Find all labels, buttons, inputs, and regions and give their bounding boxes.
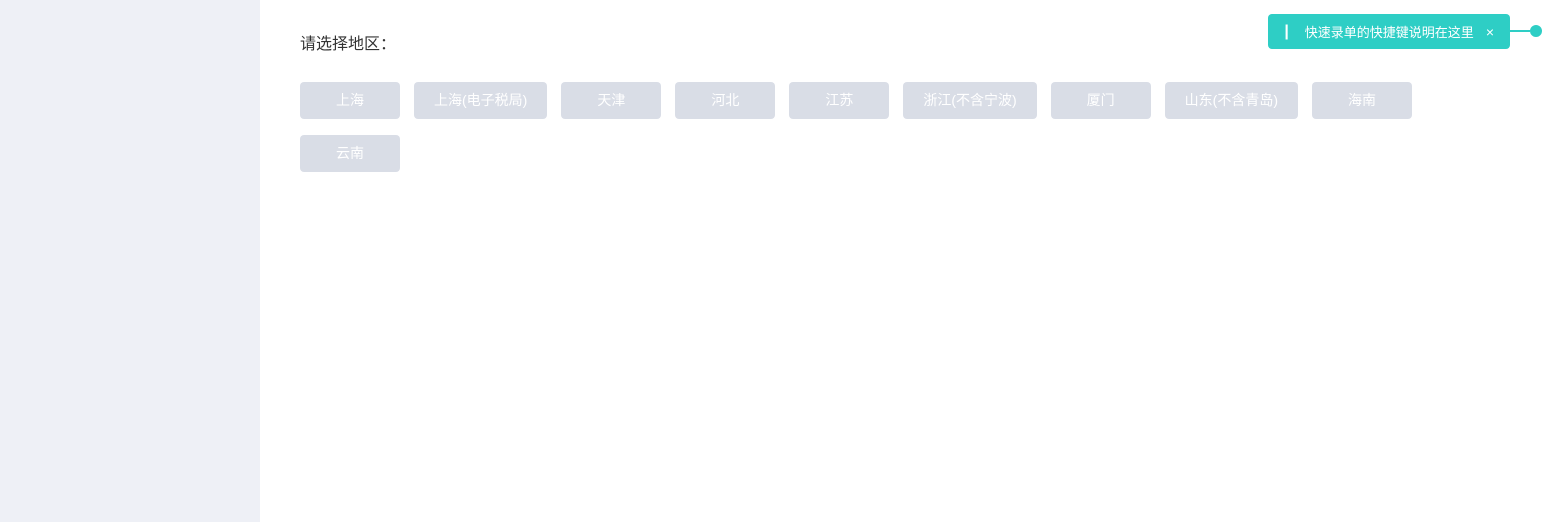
connector-line [1510,30,1530,32]
dot-indicator [1530,25,1542,37]
tooltip-banner: 快速录单的快捷键说明在这里 × [1268,14,1510,49]
region-btn-hebei[interactable]: 河北 [675,82,775,119]
region-btn-yunnan[interactable]: 云南 [300,135,400,172]
tooltip-text: 快速录单的快捷键说明在这里 [1305,22,1474,41]
region-btn-shandong[interactable]: 山东(不含青岛) [1165,82,1298,119]
region-buttons: 上海上海(电子税局) 天津河北江苏浙江(不含宁波) 厦门山东(不含青岛) 海南云南 [300,82,1522,172]
tooltip-close-button[interactable]: × [1486,25,1494,39]
region-btn-jiangsu[interactable]: 江苏 [789,82,889,119]
sidebar [0,0,260,522]
region-btn-shanghai-etax[interactable]: 上海(电子税局) [414,82,547,119]
main-content: 请选择地区： 上海上海(电子税局)天津河北江苏浙江(不含宁波)厦门山东(不含青岛… [260,0,1562,522]
region-btn-shanghai[interactable]: 上海 [300,82,400,119]
region-btn-zhejiang[interactable]: 浙江(不含宁波) [903,82,1036,119]
region-btn-xiamen[interactable]: 厦门 [1051,82,1151,119]
region-btn-hainan[interactable]: 海南 [1312,82,1412,119]
region-btn-tianjin[interactable]: 天津 [561,82,661,119]
